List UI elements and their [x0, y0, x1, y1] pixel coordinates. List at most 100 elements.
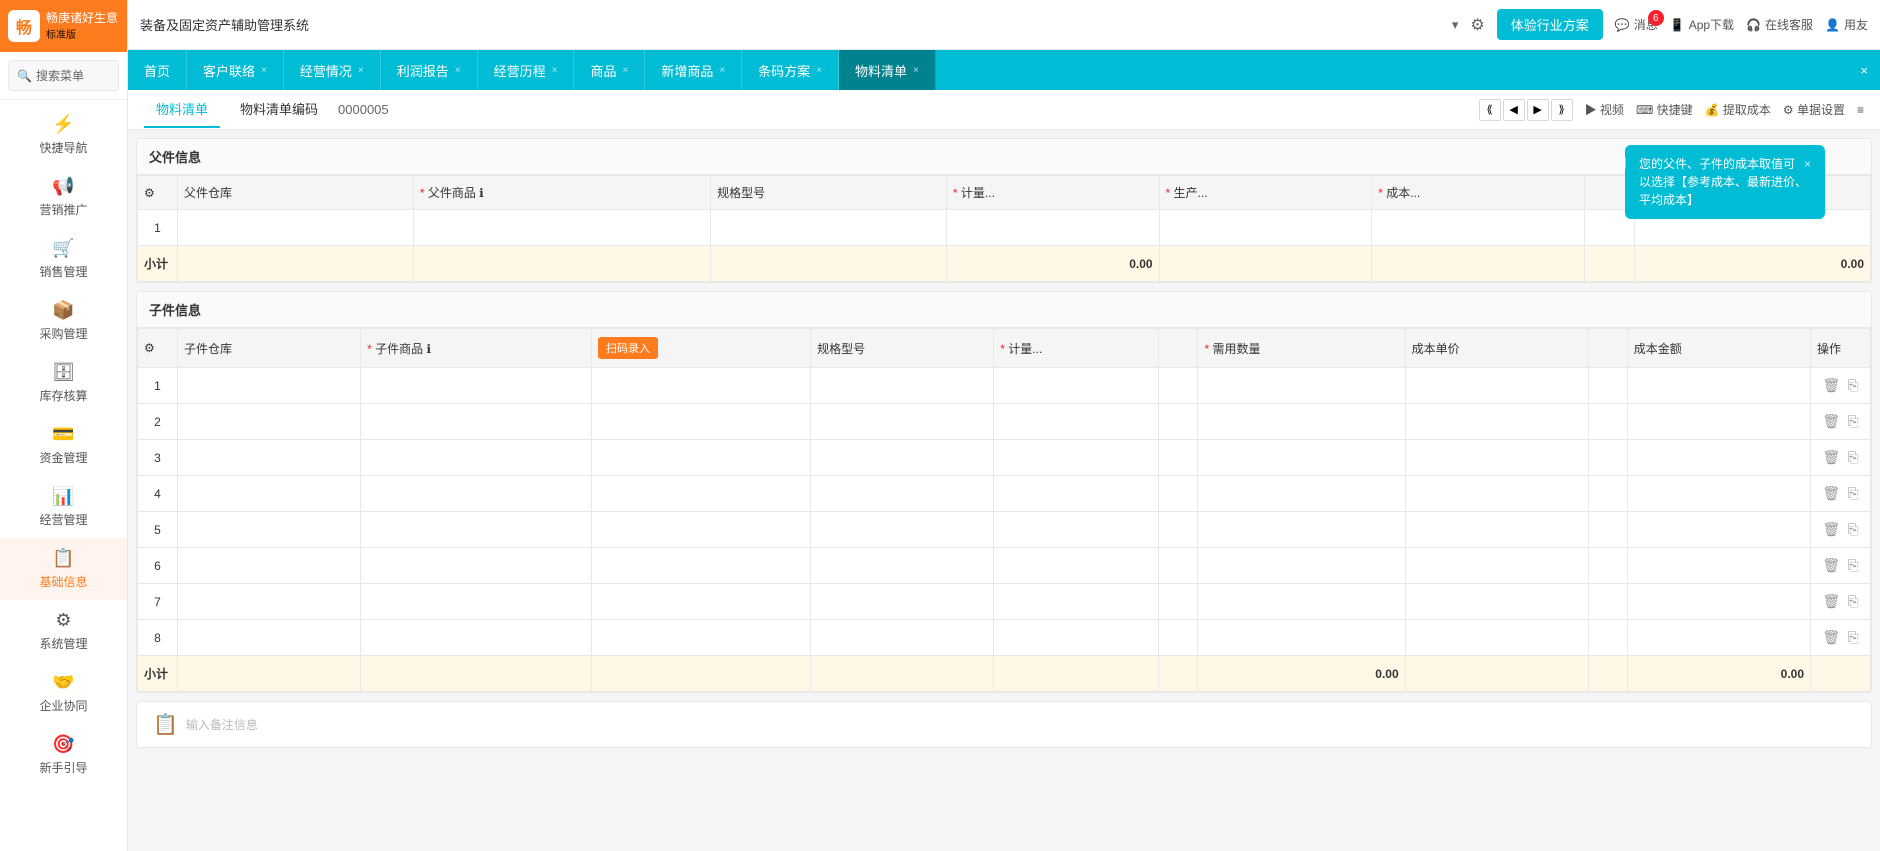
child-unit-cell[interactable] — [994, 512, 1159, 548]
child-unit-cost-cell[interactable] — [1405, 512, 1588, 548]
view-action[interactable]: ▶ 视频 — [1585, 101, 1624, 118]
tab-history-close[interactable]: × — [552, 65, 558, 76]
sidebar-item-operations[interactable]: 📊 经营管理 — [0, 476, 127, 538]
close-all-button[interactable]: × — [1848, 50, 1880, 90]
child-unit-cost-cell[interactable] — [1405, 368, 1588, 404]
th-child-scan[interactable]: 扫码录入 — [592, 329, 811, 368]
child-spec-cell[interactable] — [811, 512, 994, 548]
child-qty-cell[interactable] — [1198, 440, 1405, 476]
child-unit-cost-cell[interactable] — [1405, 548, 1588, 584]
child-unit-cell[interactable] — [994, 620, 1159, 656]
sidebar-item-collab[interactable]: 🤝 企业协同 — [0, 662, 127, 724]
parent-warehouse-cell[interactable] — [178, 210, 414, 246]
tab-new-goods[interactable]: 新增商品 × — [645, 50, 742, 90]
th-parent-setting[interactable]: ⚙ — [138, 176, 178, 210]
trial-button[interactable]: 体验行业方案 — [1497, 9, 1603, 40]
sidebar-item-sales[interactable]: 🛒 销售管理 — [0, 228, 127, 290]
child-spec-cell[interactable] — [811, 440, 994, 476]
child-product-cell[interactable] — [361, 404, 592, 440]
child-qty-cell[interactable] — [1198, 620, 1405, 656]
child-product-cell[interactable] — [361, 368, 592, 404]
sidebar-item-purchase[interactable]: 📦 采购管理 — [0, 290, 127, 352]
parent-unit-cell[interactable] — [946, 210, 1159, 246]
child-qty-cell[interactable] — [1198, 476, 1405, 512]
nav-next[interactable]: ▶ — [1527, 99, 1549, 121]
child-warehouse-cell[interactable] — [178, 404, 361, 440]
copy-icon[interactable]: ⎘ — [1847, 449, 1858, 465]
tab-operation[interactable]: 经营情况 × — [284, 50, 381, 90]
parent-cost-cell[interactable] — [1372, 210, 1585, 246]
tab-barcode-close[interactable]: × — [816, 65, 822, 76]
tab-profit-close[interactable]: × — [455, 65, 461, 76]
message-button[interactable]: 💬 消息 6 — [1615, 16, 1658, 33]
child-unit-cell[interactable] — [994, 368, 1159, 404]
doc-settings-action[interactable]: ⚙ 单据设置 — [1783, 101, 1845, 118]
copy-icon[interactable]: ⎘ — [1847, 377, 1858, 393]
child-warehouse-cell[interactable] — [178, 512, 361, 548]
shortcut-action[interactable]: ⌨ 快捷键 — [1636, 101, 1693, 118]
child-product-cell[interactable] — [361, 548, 592, 584]
child-product-cell[interactable] — [361, 476, 592, 512]
child-spec-cell[interactable] — [811, 368, 994, 404]
sidebar-item-basic-info[interactable]: 📋 基础信息 — [0, 538, 127, 600]
child-product-cell[interactable] — [361, 620, 592, 656]
child-warehouse-cell[interactable] — [178, 476, 361, 512]
sidebar-item-marketing[interactable]: 📢 营销推广 — [0, 166, 127, 228]
online-service-button[interactable]: 🎧 在线客服 — [1746, 16, 1813, 33]
parent-produce-cell[interactable] — [1159, 210, 1372, 246]
tab-history[interactable]: 经营历程 × — [478, 50, 575, 90]
child-qty-cell[interactable] — [1198, 548, 1405, 584]
child-warehouse-cell[interactable] — [178, 440, 361, 476]
child-unit-cell[interactable] — [994, 584, 1159, 620]
delete-icon[interactable]: 🗑 — [1822, 413, 1840, 429]
copy-icon[interactable]: ⎘ — [1847, 485, 1858, 501]
delete-icon[interactable]: 🗑 — [1822, 629, 1840, 645]
child-warehouse-cell[interactable] — [178, 584, 361, 620]
child-product-cell[interactable] — [361, 512, 592, 548]
delete-icon[interactable]: 🗑 — [1822, 557, 1840, 573]
child-warehouse-cell[interactable] — [178, 548, 361, 584]
tab-goods-close[interactable]: × — [622, 65, 628, 76]
child-qty-cell[interactable] — [1198, 512, 1405, 548]
sidebar-item-guide[interactable]: 🎯 新手引导 — [0, 724, 127, 786]
child-unit-cost-cell[interactable] — [1405, 620, 1588, 656]
tab-bom[interactable]: 物料清单 × — [839, 50, 936, 90]
child-spec-cell[interactable] — [811, 476, 994, 512]
parent-spec-cell[interactable] — [711, 210, 947, 246]
copy-icon[interactable]: ⎘ — [1847, 557, 1858, 573]
tooltip-close-button[interactable]: × — [1804, 155, 1811, 173]
child-unit-cost-cell[interactable] — [1405, 404, 1588, 440]
nav-prev[interactable]: ◀ — [1503, 99, 1525, 121]
user-button[interactable]: 👤 用友 — [1825, 16, 1868, 33]
child-product-cell[interactable] — [361, 440, 592, 476]
th-child-setting[interactable]: ⚙ — [138, 329, 178, 368]
delete-icon[interactable]: 🗑 — [1822, 485, 1840, 501]
delete-icon[interactable]: 🗑 — [1822, 377, 1840, 393]
tab-customer-close[interactable]: × — [261, 65, 267, 76]
tab-new-goods-close[interactable]: × — [719, 65, 725, 76]
copy-icon[interactable]: ⎘ — [1847, 413, 1858, 429]
copy-icon[interactable]: ⎘ — [1847, 629, 1858, 645]
child-unit-cost-cell[interactable] — [1405, 440, 1588, 476]
tab-operation-close[interactable]: × — [358, 65, 364, 76]
tab-goods[interactable]: 商品 × — [574, 50, 645, 90]
search-area[interactable]: 🔍 搜索菜单 — [0, 52, 127, 100]
child-unit-cost-cell[interactable] — [1405, 584, 1588, 620]
delete-icon[interactable]: 🗑 — [1822, 449, 1840, 465]
delete-icon[interactable]: 🗑 — [1822, 593, 1840, 609]
note-placeholder[interactable]: 输入备注信息 — [186, 716, 258, 733]
child-spec-cell[interactable] — [811, 584, 994, 620]
child-qty-cell[interactable] — [1198, 584, 1405, 620]
nav-prev-prev[interactable]: ⟪ — [1479, 99, 1501, 121]
child-qty-cell[interactable] — [1198, 368, 1405, 404]
sidebar-item-inventory[interactable]: 🗄 库存核算 — [0, 352, 127, 414]
tab-profit[interactable]: 利润报告 × — [381, 50, 478, 90]
child-unit-cell[interactable] — [994, 476, 1159, 512]
sidebar-item-quicknav[interactable]: ⚡ 快捷导航 — [0, 104, 127, 166]
tab-customer[interactable]: 客户联络 × — [187, 50, 284, 90]
dropdown-arrow-icon[interactable]: ▾ — [1452, 17, 1459, 33]
child-unit-cell[interactable] — [994, 440, 1159, 476]
settings-icon[interactable]: ⚙ — [1470, 15, 1484, 35]
child-warehouse-cell[interactable] — [178, 368, 361, 404]
app-download-button[interactable]: 📱 App下载 — [1670, 16, 1734, 33]
